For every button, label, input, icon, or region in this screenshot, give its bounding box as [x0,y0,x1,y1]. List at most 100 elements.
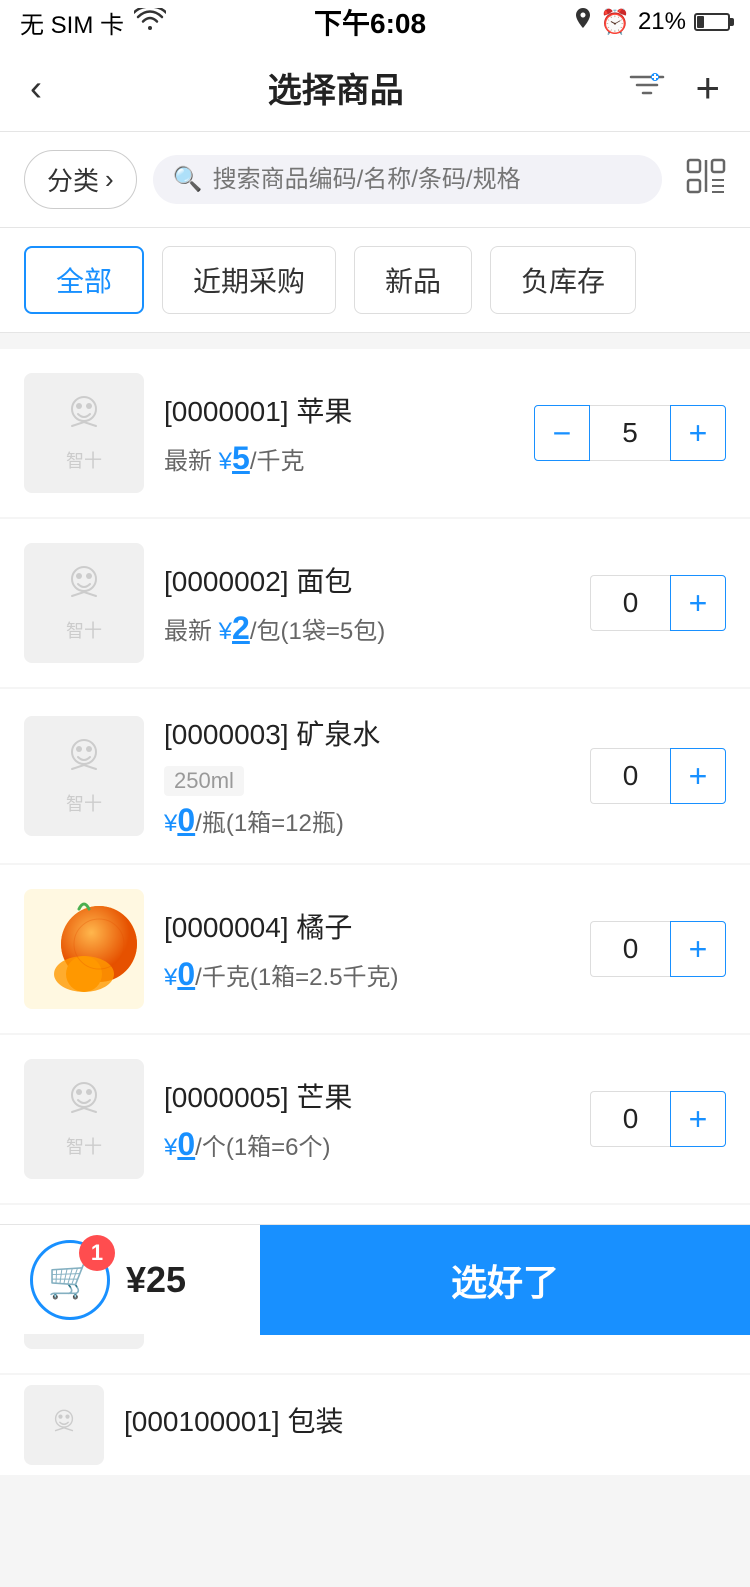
product-thumbnail: 智十 [24,543,144,663]
price-value: 5 [232,440,250,476]
location-icon [574,8,592,37]
price-symbol: ¥ [219,448,232,475]
filter-icon[interactable] [629,67,665,109]
product-spec: 250ml [164,766,244,796]
price-value: 2 [232,610,250,646]
confirm-button[interactable]: 选好了 [260,1225,750,1335]
product-name: [000100001] 包装 [124,1400,726,1440]
cart-button[interactable]: 🛒 1 [30,1240,110,1320]
battery-icon [694,13,730,31]
product-price: 最新 ¥5/千克 [164,440,514,477]
price-unit: /包 [250,618,281,645]
qty-input[interactable] [590,1091,670,1147]
qty-input[interactable] [590,575,670,631]
nav-bar: ‹ 选择商品 + [0,44,750,132]
alarm-icon: ⏰ [600,8,630,37]
product-info: [0000003] 矿泉水 250ml ¥0/瓶(1箱=12瓶) [164,713,570,839]
tab-new[interactable]: 新品 [354,246,472,314]
tab-all[interactable]: 全部 [24,246,144,314]
price-unit: /千克 [250,448,305,475]
placeholder-text: 智十 [66,617,102,643]
placeholder-icon [47,1408,82,1442]
price-latest-label: 最新 [164,448,212,475]
carrier-text: 无 SIM 卡 [20,5,124,40]
list-item: [0000004] 橘子 ¥0/千克(1箱=2.5千克) + [0,865,750,1033]
price-unit: /瓶 [195,810,226,837]
placeholder-text: 智十 [66,447,102,473]
tab-neg[interactable]: 负库存 [490,246,636,314]
placeholder-icon [59,737,109,786]
divider [0,333,750,349]
category-label: 分类 [47,161,99,198]
price-unit: /千克 [195,964,250,991]
qty-control: + [590,575,726,631]
search-icon: 🔍 [173,165,203,194]
product-image-orange [24,889,144,1009]
qty-input[interactable] [590,921,670,977]
price-value: 0 [177,1126,195,1162]
qty-input[interactable] [590,748,670,804]
tab-recent[interactable]: 近期采购 [162,246,336,314]
product-name: [0000003] 矿泉水 [164,713,570,753]
scan-icon[interactable] [686,158,726,202]
add-icon[interactable]: + [695,64,720,112]
cart-badge: 1 [79,1235,115,1271]
back-button[interactable]: ‹ [30,67,42,109]
list-item: 智十 [0000001] 苹果 最新 ¥5/千克 − + [0,349,750,517]
confirm-label: 选好了 [451,1254,559,1306]
extra-unit: (1箱=12瓶) [226,810,344,837]
qty-control: − + [534,405,726,461]
tabs-bar: 全部 近期采购 新品 负库存 [0,228,750,333]
list-item: 智十 [0000002] 面包 最新 ¥2/包(1袋=5包) + [0,519,750,687]
category-button[interactable]: 分类 › [24,150,137,209]
product-info: [0000001] 苹果 最新 ¥5/千克 [164,390,514,477]
price-value: 0 [177,956,195,992]
qty-plus-button[interactable]: + [670,748,726,804]
qty-plus-button[interactable]: + [670,575,726,631]
product-thumbnail: 智十 [24,1059,144,1179]
qty-input[interactable] [590,405,670,461]
extra-unit: (1袋=5包) [281,618,386,645]
product-info: [0000002] 面包 最新 ¥2/包(1袋=5包) [164,560,570,647]
placeholder-text: 智十 [66,1133,102,1159]
status-left: 无 SIM 卡 [20,5,166,40]
qty-control: + [590,1091,726,1147]
product-info: [0000005] 芒果 ¥0/个(1箱=6个) [164,1076,570,1163]
price-symbol: ¥ [164,964,177,991]
product-price: ¥0/千克(1箱=2.5千克) [164,956,570,993]
bottom-spacer [0,1477,750,1587]
filter-bar: 分类 › 🔍 [0,132,750,228]
bottom-bar: 🛒 1 ¥25 选好了 [0,1224,750,1334]
product-price: ¥0/个(1箱=6个) [164,1126,570,1163]
status-time: 下午6:08 [314,2,426,42]
product-price: ¥0/瓶(1箱=12瓶) [164,802,570,839]
extra-unit: (1箱=6个) [226,1134,331,1161]
product-name: [0000001] 苹果 [164,390,514,430]
qty-control: + [590,921,726,977]
battery-percent: 21% [638,8,686,36]
page-title: 选择商品 [268,63,404,112]
wifi-icon [134,8,166,37]
category-chevron: › [105,164,114,195]
list-item: [000100001] 包装 [0,1375,750,1475]
list-item: 智十 [0000003] 矿泉水 250ml ¥0/瓶(1箱=12瓶) + [0,689,750,863]
product-name: [0000005] 芒果 [164,1076,570,1116]
cart-total: ¥25 [126,1259,186,1301]
qty-plus-button[interactable]: + [670,405,726,461]
placeholder-icon [59,394,109,443]
qty-plus-button[interactable]: + [670,1091,726,1147]
product-price: 最新 ¥2/包(1袋=5包) [164,610,570,647]
qty-plus-button[interactable]: + [670,921,726,977]
search-box: 🔍 [153,155,662,204]
price-unit: /个 [195,1134,226,1161]
nav-right-actions: + [629,64,720,112]
search-input[interactable] [213,166,642,194]
product-name: [0000004] 橘子 [164,906,570,946]
list-item: 智十 [0000005] 芒果 ¥0/个(1箱=6个) + [0,1035,750,1203]
qty-minus-button[interactable]: − [534,405,590,461]
product-thumbnail [24,889,144,1009]
cart-area: 🛒 1 ¥25 [0,1240,260,1320]
price-value: 0 [177,802,195,838]
product-thumbnail: 智十 [24,716,144,836]
qty-control: + [590,748,726,804]
